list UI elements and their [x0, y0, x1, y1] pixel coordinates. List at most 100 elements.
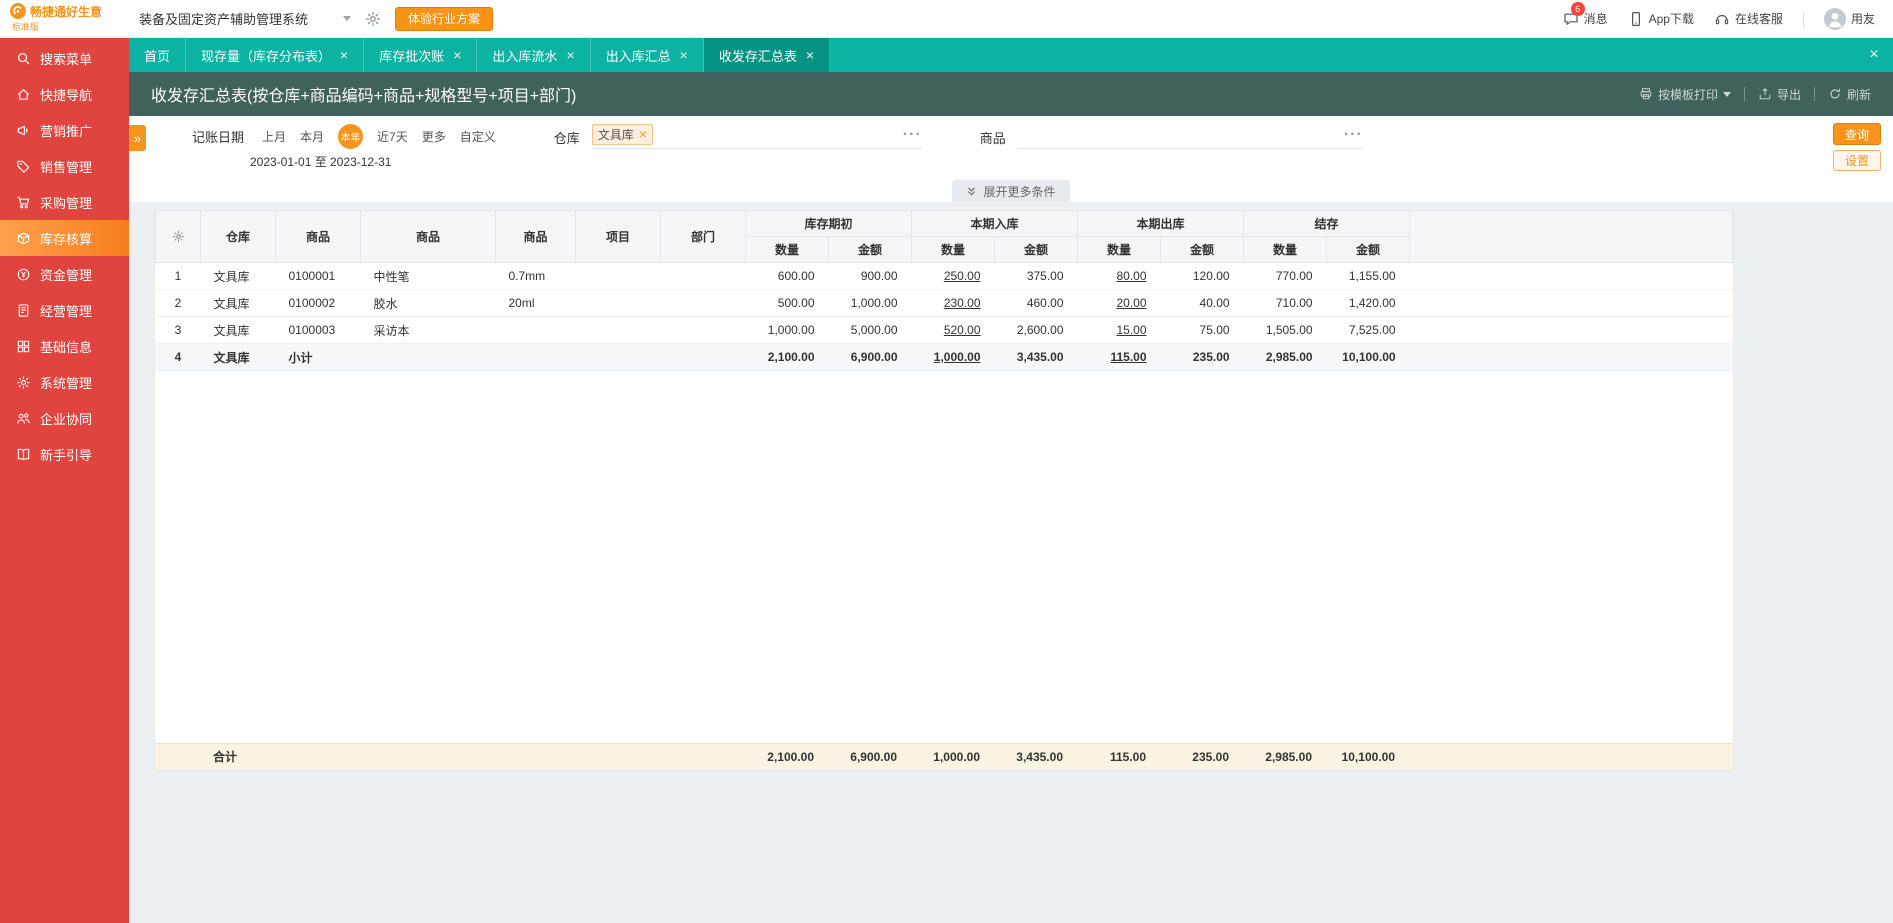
tab-inout-flow[interactable]: 出入库流水	[477, 38, 591, 72]
table-row[interactable]: 3 文具库 0100003 采访本 1,000.00 5,000.00 520.…	[155, 316, 1733, 344]
tab-home[interactable]: 首页	[129, 38, 187, 72]
table-empty-space	[155, 371, 1733, 743]
goods-picker-ellipsis-icon[interactable]	[1344, 126, 1363, 144]
sidebar-item-funds[interactable]: 资金管理	[0, 256, 129, 292]
total-row: 合计 2,100.00 6,900.00 1,000.00 3,435.00 1…	[155, 742, 1733, 770]
divider	[1743, 87, 1745, 101]
cell-outbound-qty-link[interactable]: 20.00	[1077, 289, 1161, 317]
sidebar-item-system[interactable]: 系统管理	[0, 364, 129, 400]
tab-stock-distribution[interactable]: 现存量（库存分布表）	[186, 38, 365, 72]
cell-department	[660, 262, 746, 290]
home-icon	[16, 87, 31, 102]
avatar	[1823, 7, 1846, 30]
messages-button[interactable]: 6 消息	[1563, 2, 1608, 27]
cell-inbound-amount: 375.00	[994, 262, 1078, 290]
cell-filler	[1409, 742, 1733, 770]
sidebar-item-sales[interactable]: 销售管理	[0, 148, 129, 184]
system-select[interactable]: 装备及固定资产辅助管理系统	[139, 6, 351, 32]
header-goods-name: 商品	[360, 210, 496, 263]
cell-balance-qty: 1,505.00	[1243, 316, 1327, 344]
trial-industry-button[interactable]: 体验行业方案	[395, 6, 494, 31]
print-by-template-button[interactable]: 按模板打印	[1639, 86, 1731, 103]
sidebar-item-marketing[interactable]: 营销推广	[0, 112, 129, 148]
online-support-button[interactable]: 在线客服	[1714, 10, 1783, 27]
phone-icon	[1628, 11, 1644, 27]
total-outbound-qty: 115.00	[1077, 742, 1160, 770]
warehouse-input[interactable]: 文具库	[591, 123, 922, 149]
date-option-last-month[interactable]: 上月	[262, 128, 286, 145]
cell-balance-qty: 2,985.00	[1243, 343, 1327, 371]
cell-outbound-qty-link[interactable]: 80.00	[1077, 262, 1161, 290]
export-icon	[1758, 87, 1772, 101]
date-option-more[interactable]: 更多	[422, 128, 446, 145]
cell-filler	[1409, 262, 1733, 290]
sidebar-item-collaboration[interactable]: 企业协同	[0, 400, 129, 436]
refresh-button[interactable]: 刷新	[1828, 86, 1871, 103]
sidebar-item-quick-nav[interactable]: 快捷导航	[0, 76, 129, 112]
date-range-value[interactable]: 2023-01-01 至 2023-12-31	[250, 153, 496, 170]
export-button[interactable]: 导出	[1758, 86, 1801, 103]
cell-outbound-qty-link[interactable]: 115.00	[1077, 343, 1161, 371]
goods-input[interactable]	[1017, 123, 1363, 149]
header-amount: 金额	[827, 236, 913, 263]
cell-outbound-qty-link[interactable]: 15.00	[1077, 316, 1161, 344]
total-balance-amount: 10,100.00	[1326, 742, 1409, 770]
expand-more-conditions-button[interactable]: 展开更多条件	[952, 180, 1070, 202]
chevron-down-icon	[343, 16, 351, 21]
sidebar-item-purchasing[interactable]: 采购管理	[0, 184, 129, 220]
double-chevron-down-icon	[966, 186, 977, 197]
app-download-button[interactable]: App下载	[1628, 10, 1694, 27]
cell-inbound-qty-link[interactable]: 1,000.00	[911, 343, 995, 371]
cell-goods-name	[360, 343, 496, 371]
close-all-tabs-icon[interactable]	[1855, 38, 1893, 72]
date-option-custom[interactable]: 自定义	[460, 128, 496, 145]
close-tab-icon[interactable]	[566, 48, 574, 63]
column-settings-icon[interactable]	[156, 230, 200, 243]
warehouse-tag: 文具库	[591, 124, 653, 145]
grid-icon	[16, 339, 31, 354]
settings-button[interactable]: 设置	[1833, 150, 1881, 171]
query-button[interactable]: 查询	[1833, 123, 1881, 145]
cell-seq: 4	[155, 343, 201, 371]
header-qty: 数量	[1077, 236, 1162, 263]
close-tab-icon[interactable]	[680, 48, 688, 63]
close-tab-icon[interactable]	[806, 48, 814, 63]
table-row[interactable]: 2 文具库 0100002 胶水 20ml 500.00 1,000.00 23…	[155, 289, 1733, 317]
tab-batch-ledger[interactable]: 库存批次账	[364, 38, 478, 72]
sidebar-item-inventory-accounting[interactable]: 库存核算	[0, 220, 129, 256]
header-goods-spec: 商品	[495, 210, 576, 263]
close-tab-icon[interactable]	[453, 48, 461, 63]
cell-warehouse: 文具库	[200, 289, 276, 317]
close-tab-icon[interactable]	[340, 48, 348, 63]
cell-goods-name: 胶水	[360, 289, 496, 317]
cell-goods-spec: 20ml	[495, 289, 576, 317]
remove-tag-icon[interactable]	[639, 127, 647, 142]
user-menu[interactable]: 用友	[1823, 7, 1875, 30]
cell-inbound-qty-link[interactable]: 250.00	[911, 262, 995, 290]
refresh-icon	[1828, 87, 1842, 101]
cell-department	[660, 343, 746, 371]
collapse-filter-handle[interactable]	[129, 125, 146, 151]
cell-balance-amount: 7,525.00	[1326, 316, 1410, 344]
tab-receipt-issue-balance[interactable]: 收发存汇总表	[703, 38, 831, 72]
tab-inout-summary[interactable]: 出入库汇总	[591, 38, 704, 72]
sidebar-item-search-menu[interactable]: 搜索菜单	[0, 40, 129, 76]
date-option-this-month[interactable]: 本月	[300, 128, 324, 145]
title-strip: 收发存汇总表(按仓库+商品编码+商品+规格型号+项目+部门) 按模板打印 导出 …	[129, 72, 1893, 116]
sidebar-item-base-info[interactable]: 基础信息	[0, 328, 129, 364]
date-option-this-year[interactable]: 本年	[338, 123, 364, 149]
subtotal-row[interactable]: 4 文具库 小计 2,100.00 6,900.00 1,000.00 3,43…	[155, 343, 1733, 371]
total-inbound-amount: 3,435.00	[994, 742, 1077, 770]
cell-warehouse: 文具库	[200, 262, 276, 290]
cell-inbound-qty-link[interactable]: 520.00	[911, 316, 995, 344]
sidebar-item-operations[interactable]: 经营管理	[0, 292, 129, 328]
cell-inbound-qty-link[interactable]: 230.00	[911, 289, 995, 317]
cell-goods-spec: 0.7mm	[495, 262, 576, 290]
system-settings-icon[interactable]	[365, 11, 381, 27]
cell-opening-qty: 600.00	[745, 262, 829, 290]
table-row[interactable]: 1 文具库 0100001 中性笔 0.7mm 600.00 900.00 25…	[155, 262, 1733, 290]
megaphone-icon	[16, 123, 31, 138]
sidebar-item-beginner-guide[interactable]: 新手引导	[0, 436, 129, 472]
warehouse-picker-ellipsis-icon[interactable]	[903, 126, 922, 144]
date-option-last-7-days[interactable]: 近7天	[377, 128, 408, 145]
